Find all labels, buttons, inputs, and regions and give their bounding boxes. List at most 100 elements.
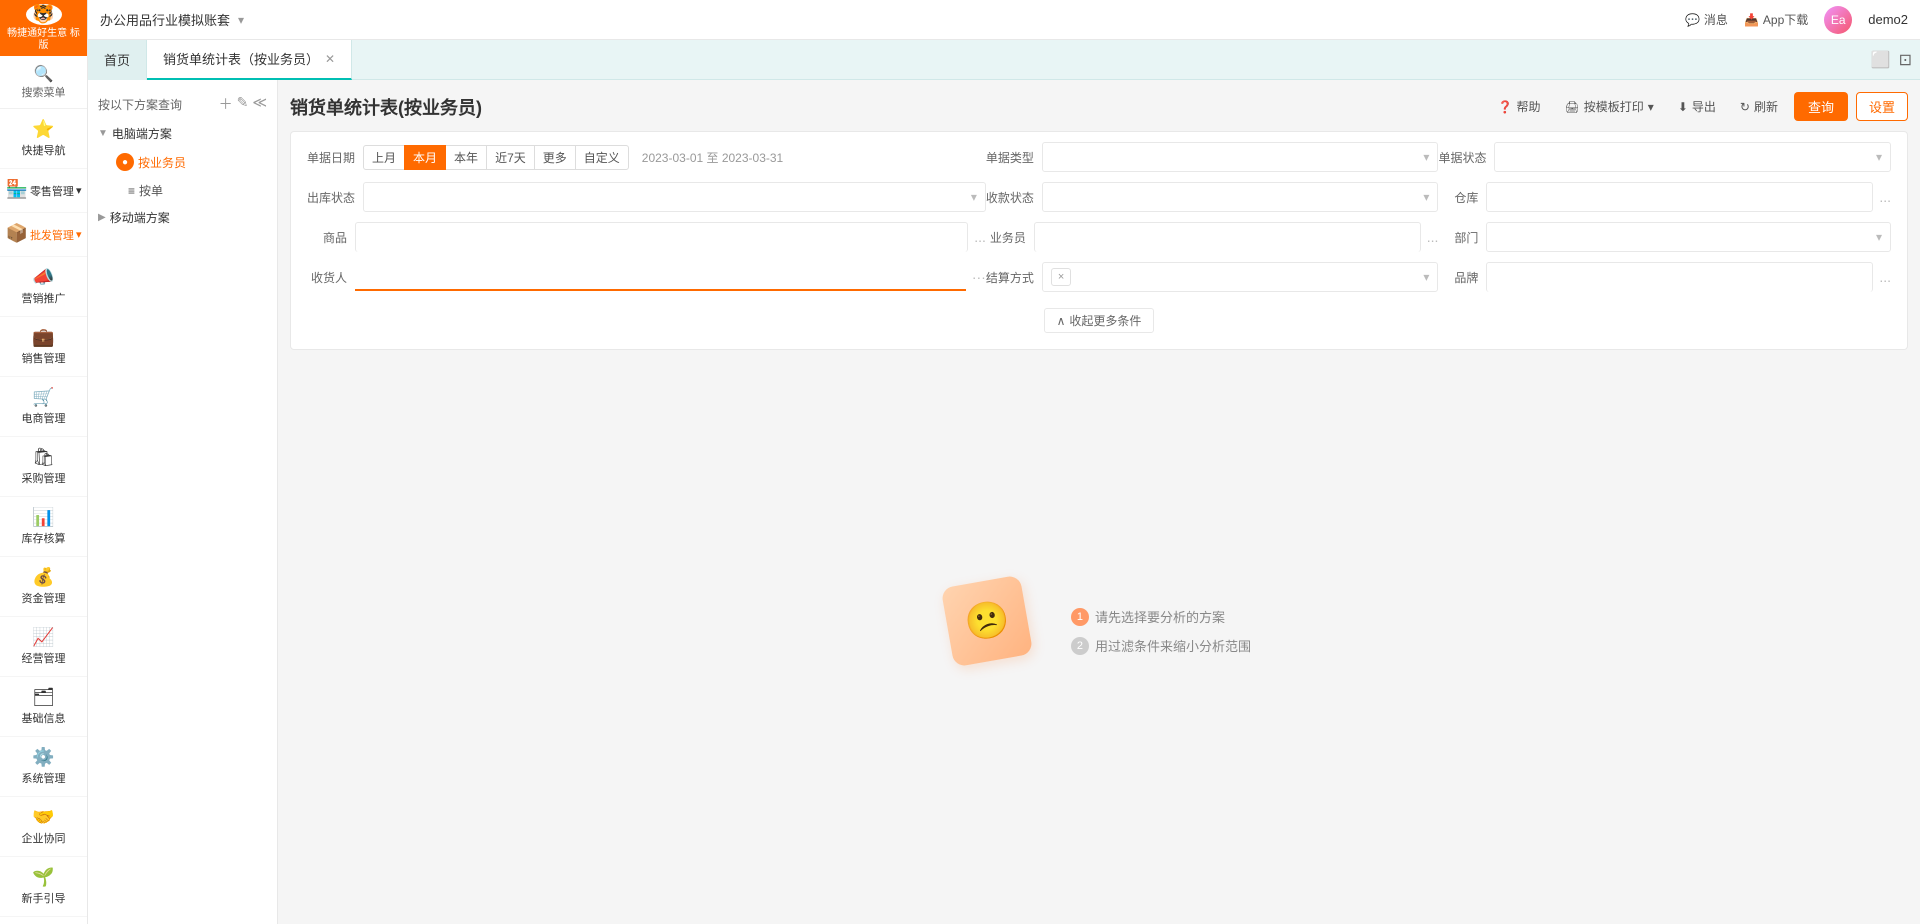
date-tab-more[interactable]: 更多	[534, 145, 576, 170]
app-download-label: App下载	[1763, 11, 1808, 28]
settings-btn[interactable]: 设置	[1856, 92, 1908, 121]
desktop-group-header[interactable]: ▼ 电脑端方案	[88, 120, 277, 147]
help-btn[interactable]: ❓ 帮助	[1490, 94, 1549, 119]
tab-maximize-icon[interactable]: ⊡	[1899, 50, 1912, 70]
query-btn[interactable]: 查询	[1794, 92, 1848, 121]
sidebar-item-enterprise[interactable]: 🤝 企业协同	[0, 797, 87, 857]
newbie-icon: 🌱	[32, 867, 54, 888]
sidebar-item-ops[interactable]: 📈 经营管理	[0, 617, 87, 677]
print-btn[interactable]: 🖨 按模板打印 ▾	[1557, 94, 1662, 119]
filter-cell-payment: 结算方式 × ▾	[986, 262, 1439, 292]
collapse-btn[interactable]: ∧ 收起更多条件	[1044, 308, 1155, 333]
consignee-input[interactable]	[355, 263, 966, 291]
filter-cell-dept: 部门 ▾	[1438, 222, 1891, 252]
goods-dots[interactable]: ...	[974, 229, 986, 245]
messages-action[interactable]: 💬 消息	[1685, 11, 1728, 28]
empty-icon-inner: 😕	[941, 575, 1034, 668]
logo-text: 畅捷通好生意 标版	[6, 28, 82, 52]
tab-close-icon[interactable]: ✕	[325, 52, 335, 66]
mobile-group: ▶ 移动端方案	[88, 204, 277, 231]
warehouse-dots[interactable]: ...	[1879, 189, 1891, 205]
sidebar-item-ecommerce[interactable]: 🛒 电商管理	[0, 377, 87, 437]
docstatus-select[interactable]: ▾	[1494, 142, 1891, 172]
wholesale-arrow: ▾	[76, 228, 82, 241]
payment-select[interactable]: × ▾	[1042, 262, 1439, 292]
refresh-btn[interactable]: ↻ 刷新	[1732, 94, 1786, 119]
date-range-text: 2023-03-01 至 2023-03-31	[642, 149, 783, 166]
panel-add-btn[interactable]: ＋	[219, 94, 233, 114]
consignee-dots[interactable]: ···	[972, 269, 986, 285]
tab-sales-stat-label: 销货单统计表（按业务员）	[163, 49, 319, 68]
date-tab-this-year[interactable]: 本年	[445, 145, 487, 170]
search-menu[interactable]: 🔍 搜索菜单	[0, 56, 87, 109]
base-label: 基础信息	[22, 710, 66, 726]
quicknav-label: 快捷导航	[22, 142, 66, 158]
sidebar-item-system[interactable]: ⚙️ 系统管理	[0, 737, 87, 797]
plan-item-by-staff[interactable]: ● 按业务员	[88, 147, 277, 177]
sidebar-item-base[interactable]: 🗂 基础信息	[0, 677, 87, 737]
doctype-widget: ▾	[1042, 142, 1439, 172]
ops-icon: 📈	[32, 627, 54, 648]
sidebar-item-purchase[interactable]: 🛍 采购管理	[0, 437, 87, 497]
date-tab-custom[interactable]: 自定义	[575, 145, 629, 170]
brand-input[interactable]	[1486, 262, 1873, 292]
refresh-label: 刷新	[1754, 98, 1778, 115]
tab-home[interactable]: 首页	[88, 40, 147, 80]
dept-select[interactable]: ▾	[1486, 222, 1891, 252]
plan-sub-item-by-order[interactable]: ≡ 按单	[88, 177, 277, 204]
content-area: 按以下方案查询 ＋ ✎ ≪ ▼ 电脑端方案 ● 按业务员 ≡ 按	[88, 80, 1920, 924]
filter-row-4: 收货人 ··· 结算方式 ×	[307, 262, 1891, 292]
panel-collapse-btn[interactable]: ≪	[252, 94, 267, 114]
sidebar-item-newbie[interactable]: 🌱 新手引导	[0, 857, 87, 917]
export-label: 导出	[1692, 98, 1716, 115]
username[interactable]: demo2	[1868, 12, 1908, 27]
empty-icon: 😕	[947, 581, 1047, 681]
sidebar-item-inventory[interactable]: 📊 库存核算	[0, 497, 87, 557]
sidebar-item-wholesale[interactable]: 📦 批发管理 ▾	[0, 213, 87, 257]
staff-input[interactable]	[1034, 222, 1421, 252]
inventory-icon: 📊	[32, 507, 54, 528]
sidebar-item-marketing[interactable]: 📣 营销推广	[0, 257, 87, 317]
retail-icon: 🏪	[6, 179, 28, 200]
panel-actions: ＋ ✎ ≪	[219, 94, 267, 114]
panel-edit-btn[interactable]: ✎	[237, 94, 249, 114]
warehouse-input[interactable]	[1486, 182, 1873, 212]
topbar: 办公用品行业模拟账套 ▾ 💬 消息 📥 App下载 Ea demo2	[88, 0, 1920, 40]
filter-cell-date: 单据日期 上月 本月 本年	[307, 145, 986, 170]
sidebar-item-finance[interactable]: 💰 资金管理	[0, 557, 87, 617]
staff-dots[interactable]: ...	[1427, 229, 1439, 245]
payment-tag-close[interactable]: ×	[1058, 271, 1064, 283]
date-tab-last-month[interactable]: 上月	[363, 145, 405, 170]
finance-icon: 💰	[32, 567, 54, 588]
brand-dots[interactable]: ...	[1879, 269, 1891, 285]
goods-input[interactable]	[355, 222, 968, 252]
mobile-group-header[interactable]: ▶ 移动端方案	[88, 204, 277, 231]
filter-cell-docstatus: 单据状态 ▾	[1438, 142, 1891, 172]
top-dropdown-icon[interactable]: ▾	[238, 13, 244, 27]
docstatus-caret: ▾	[1876, 150, 1882, 164]
page-title: 销货单统计表(按业务员)	[290, 94, 482, 120]
desktop-group-arrow: ▼	[98, 128, 108, 139]
date-tab-this-month[interactable]: 本月	[404, 145, 446, 170]
export-btn[interactable]: ⬇ 导出	[1670, 94, 1724, 119]
payment-tag: ×	[1051, 268, 1071, 286]
filter-cell-collectstatus: 收款状态 ▾	[986, 182, 1439, 212]
wholesale-icon: 📦	[6, 223, 28, 244]
sidebar-item-appstore[interactable]: 📱 应用中心	[0, 917, 87, 924]
date-tab-last7[interactable]: 近7天	[486, 145, 535, 170]
sidebar-item-sales[interactable]: 💼 销售管理	[0, 317, 87, 377]
empty-state: 😕 1 请先选择要分析的方案 2 用过滤条件来缩小分析范围	[290, 350, 1908, 912]
tabs-actions: ⬜ ⊡	[1871, 50, 1920, 70]
sidebar-item-retail[interactable]: 🏪 零售管理 ▾	[0, 169, 87, 213]
app-download-action[interactable]: 📥 App下载	[1744, 11, 1808, 28]
settings-label: 设置	[1869, 97, 1895, 116]
tab-sales-stat[interactable]: 销货单统计表（按业务员） ✕	[147, 40, 352, 80]
doctype-select[interactable]: ▾	[1042, 142, 1439, 172]
collectstatus-select[interactable]: ▾	[1042, 182, 1439, 212]
retail-label: 零售管理	[30, 183, 74, 199]
sidebar-item-quicknav[interactable]: ⭐ 快捷导航	[0, 109, 87, 169]
avatar[interactable]: Ea	[1824, 6, 1852, 34]
tab-minimize-icon[interactable]: ⬜	[1871, 50, 1891, 70]
docstatus-label: 单据状态	[1438, 149, 1494, 166]
outstatus-select[interactable]: ▾	[363, 182, 986, 212]
